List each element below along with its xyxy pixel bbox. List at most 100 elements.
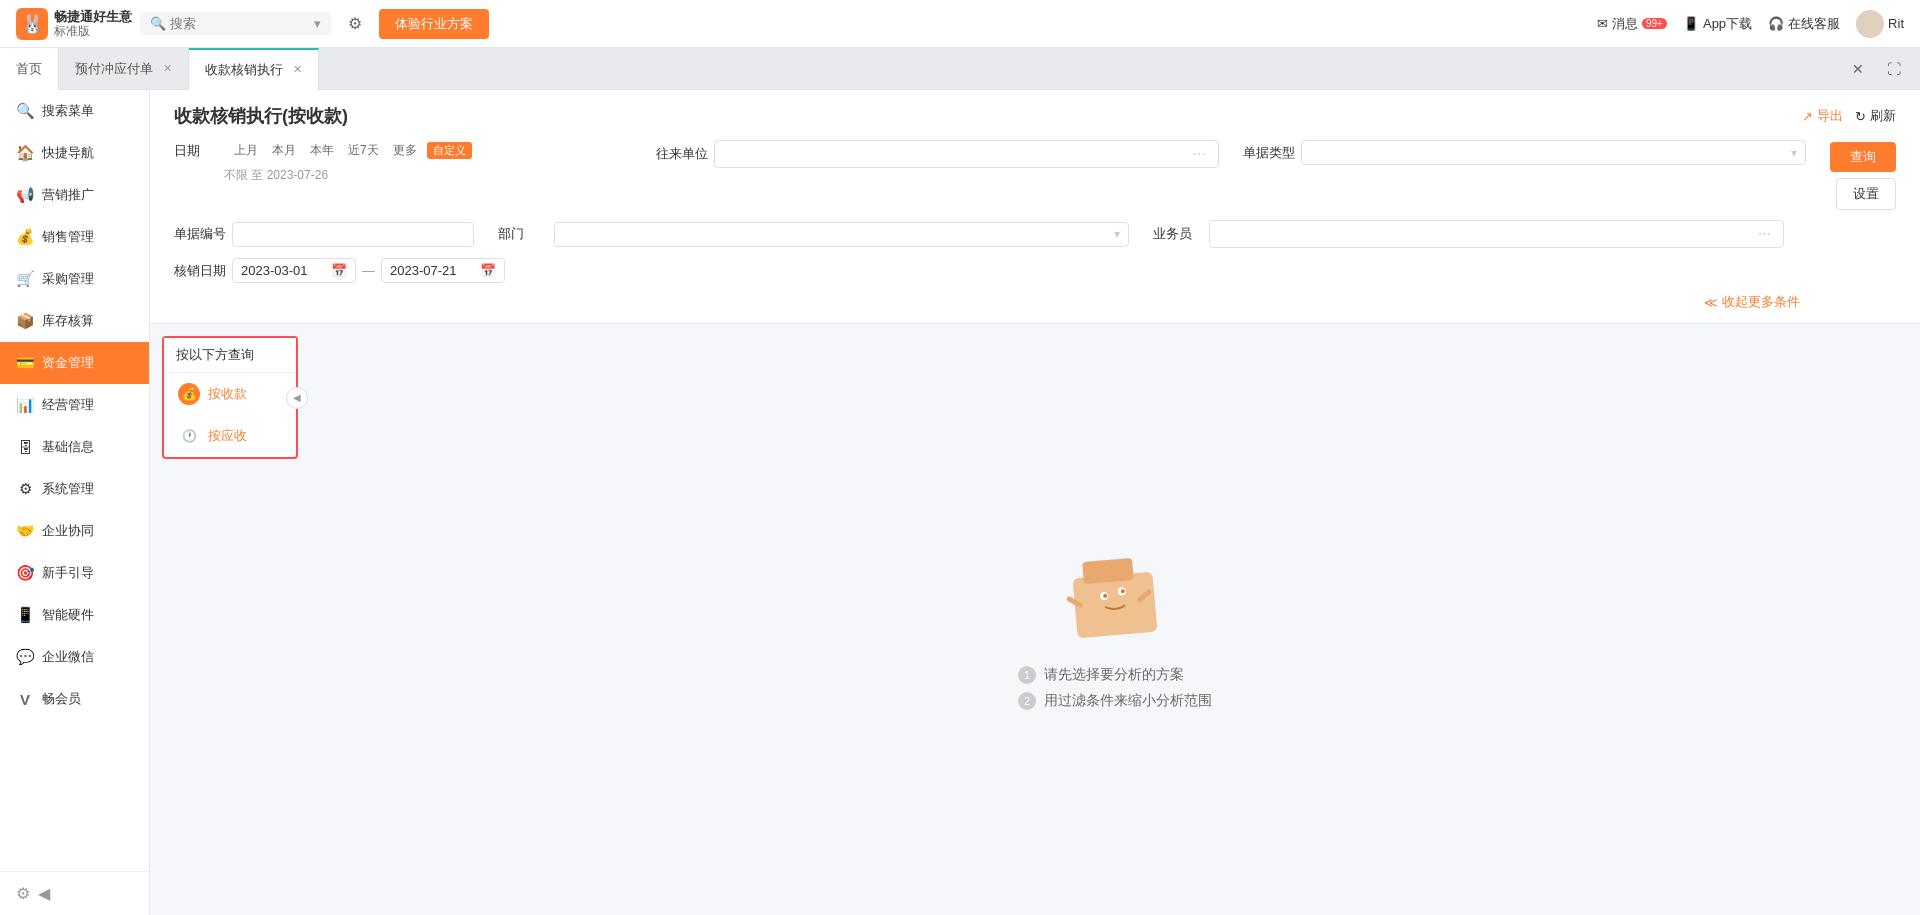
writeoff-tab-close[interactable]: ✕ (293, 63, 302, 76)
sidebar-settings-btn[interactable]: ⚙ (16, 884, 30, 903)
date-btn-this-month[interactable]: 本月 (268, 140, 300, 161)
date-btn-last-month[interactable]: 上月 (230, 140, 262, 161)
search-area[interactable]: 🔍 ▾ (140, 12, 331, 35)
staff-dots[interactable]: ··· (1754, 225, 1775, 243)
filter-settings-button[interactable]: 设置 (1836, 178, 1896, 210)
sidebar-item-hardware[interactable]: 📱 智能硬件 (0, 594, 149, 636)
messages-badge: 99+ (1642, 18, 1667, 29)
prepay-tab-close[interactable]: ✕ (163, 62, 172, 75)
online-service-button[interactable]: 🎧 在线客服 (1768, 15, 1840, 33)
close-window-btn[interactable]: ✕ (1844, 55, 1872, 83)
doc-number-field[interactable] (241, 227, 465, 242)
staff-filter: 业务员 ··· (1153, 220, 1784, 248)
date-btn-7days[interactable]: 近7天 (344, 140, 383, 161)
panel-collapse-btn[interactable]: ◀ (286, 387, 308, 409)
doc-type-select-wrap[interactable]: ▾ (1301, 140, 1806, 165)
quick-nav-icon: 🏠 (16, 144, 34, 162)
service-icon: 🎧 (1768, 16, 1784, 31)
hint-item-2: 2 用过滤条件来缩小分析范围 (1018, 692, 1212, 710)
sidebar-item-quick-nav[interactable]: 🏠 快捷导航 (0, 132, 149, 174)
search-icon: 🔍 (150, 16, 166, 31)
sidebar-bottom: ⚙ ◀ (0, 871, 149, 915)
doc-type-label: 单据类型 (1243, 144, 1295, 162)
writeoff-end-input[interactable]: 📅 (381, 258, 505, 283)
staff-input[interactable]: ··· (1209, 220, 1784, 248)
receipt-type-icon: 💰 (178, 383, 200, 405)
writeoff-start-field[interactable] (241, 263, 331, 278)
doc-type-field[interactable] (1310, 145, 1791, 160)
sales-icon: 💰 (16, 228, 34, 246)
date-btn-more[interactable]: 更多 (389, 140, 421, 161)
empty-hints: 1 请先选择要分析的方案 2 用过滤条件来缩小分析范围 (1018, 666, 1212, 710)
user-name: Rit (1888, 16, 1904, 31)
sidebar-item-enterprise-collab[interactable]: 🤝 企业协同 (0, 510, 149, 552)
related-unit-label: 往来单位 (656, 145, 708, 163)
app-download-button[interactable]: 📱 App下载 (1683, 15, 1752, 33)
date-filter: 日期 上月 本月 本年 近7天 更多 自定义 不限 至 2023-07-26 (174, 140, 632, 184)
writeoff-date-label: 核销日期 (174, 262, 226, 280)
search-menu-label: 搜索菜单 (42, 102, 94, 120)
empty-svg (1055, 530, 1175, 650)
tab-home[interactable]: 首页 (0, 48, 59, 90)
tab-receivable-writeoff[interactable]: 收款核销执行 ✕ (189, 48, 319, 90)
related-unit-dots[interactable]: ··· (1189, 145, 1210, 163)
tab-prepay[interactable]: 预付冲应付单 ✕ (59, 48, 189, 90)
related-unit-field[interactable] (723, 147, 1189, 162)
sidebar-item-basic-info[interactable]: 🗄 基础信息 (0, 426, 149, 468)
tab-bar: 首页 预付冲应付单 ✕ 收款核销执行 ✕ ✕ ⛶ (0, 48, 1920, 90)
content-area: 收款核销执行(按收款) ↗ 导出 ↻ 刷新 (150, 90, 1920, 915)
search-input[interactable] (170, 16, 310, 31)
empty-state: 1 请先选择要分析的方案 2 用过滤条件来缩小分析范围 (326, 340, 1904, 899)
writeoff-start-input[interactable]: 📅 (232, 258, 356, 283)
doc-number-input[interactable] (232, 222, 474, 247)
query-button[interactable]: 查询 (1830, 142, 1896, 172)
maximize-btn[interactable]: ⛶ (1880, 55, 1908, 83)
prepay-tab-label: 预付冲应付单 (75, 60, 153, 78)
date-separator: — (362, 263, 375, 278)
query-type-header-label: 按以下方查询 (176, 347, 254, 362)
top-bar-left: 🐰 畅捷通好生意 标准版 🔍 ▾ ⚙ 体验行业方案 (16, 8, 489, 40)
writeoff-end-field[interactable] (390, 263, 480, 278)
top-bar: 🐰 畅捷通好生意 标准版 🔍 ▾ ⚙ 体验行业方案 ✉ 消息 99+ 📱 App… (0, 0, 1920, 48)
message-icon: ✉ (1597, 16, 1608, 31)
refresh-button[interactable]: ↻ 刷新 (1855, 107, 1896, 125)
sidebar-item-search-menu[interactable]: 🔍 搜索菜单 (0, 90, 149, 132)
query-by-receivable[interactable]: 🕐 按应收 (164, 415, 296, 457)
sidebar-item-system[interactable]: ⚙ 系统管理 (0, 468, 149, 510)
doc-number-label: 单据编号 (174, 225, 226, 243)
search-dropdown-arrow[interactable]: ▾ (314, 16, 321, 31)
sales-label: 销售管理 (42, 228, 94, 246)
dept-field[interactable] (563, 227, 1114, 242)
sidebar-item-inventory[interactable]: 📦 库存核算 (0, 300, 149, 342)
query-type-panel: 按以下方查询 💰 按收款 🕐 按应收 ◀ (162, 336, 298, 459)
sidebar-item-business[interactable]: 📊 经营管理 (0, 384, 149, 426)
staff-field[interactable] (1218, 227, 1754, 242)
query-by-receipt[interactable]: 💰 按收款 (164, 373, 296, 415)
hardware-label: 智能硬件 (42, 606, 94, 624)
query-type-header: 按以下方查询 (164, 338, 296, 373)
sidebar-collapse-btn[interactable]: ◀ (38, 884, 50, 903)
sidebar-item-marketing[interactable]: 📢 营销推广 (0, 174, 149, 216)
sidebar-item-sales[interactable]: 💰 销售管理 (0, 216, 149, 258)
gear-button[interactable]: ⚙ (339, 8, 371, 40)
sidebar-item-wechat[interactable]: 💬 企业微信 (0, 636, 149, 678)
industry-button[interactable]: 体验行业方案 (379, 9, 489, 39)
sidebar-item-member[interactable]: V 畅会员 (0, 678, 149, 720)
date-btn-this-year[interactable]: 本年 (306, 140, 338, 161)
sidebar-item-purchase[interactable]: 🛒 采购管理 (0, 258, 149, 300)
logo-area: 🐰 畅捷通好生意 标准版 (16, 8, 132, 40)
user-area[interactable]: Rit (1856, 10, 1904, 38)
custom-date-tag[interactable]: 自定义 (427, 142, 472, 159)
collab-label: 企业协同 (42, 522, 94, 540)
tab-actions: ✕ ⛶ (1844, 55, 1920, 83)
wechat-label: 企业微信 (42, 648, 94, 666)
start-calendar-icon[interactable]: 📅 (331, 263, 347, 278)
export-button[interactable]: ↗ 导出 (1802, 107, 1843, 125)
collapse-more-button[interactable]: ≪ 收起更多条件 (1704, 293, 1800, 311)
dept-select[interactable]: ▾ (554, 222, 1129, 247)
related-unit-input[interactable]: ··· (714, 140, 1219, 168)
sidebar-item-capital[interactable]: 💳 资金管理 (0, 342, 149, 384)
messages-button[interactable]: ✉ 消息 99+ (1597, 15, 1667, 33)
end-calendar-icon[interactable]: 📅 (480, 263, 496, 278)
sidebar-item-beginner[interactable]: 🎯 新手引导 (0, 552, 149, 594)
